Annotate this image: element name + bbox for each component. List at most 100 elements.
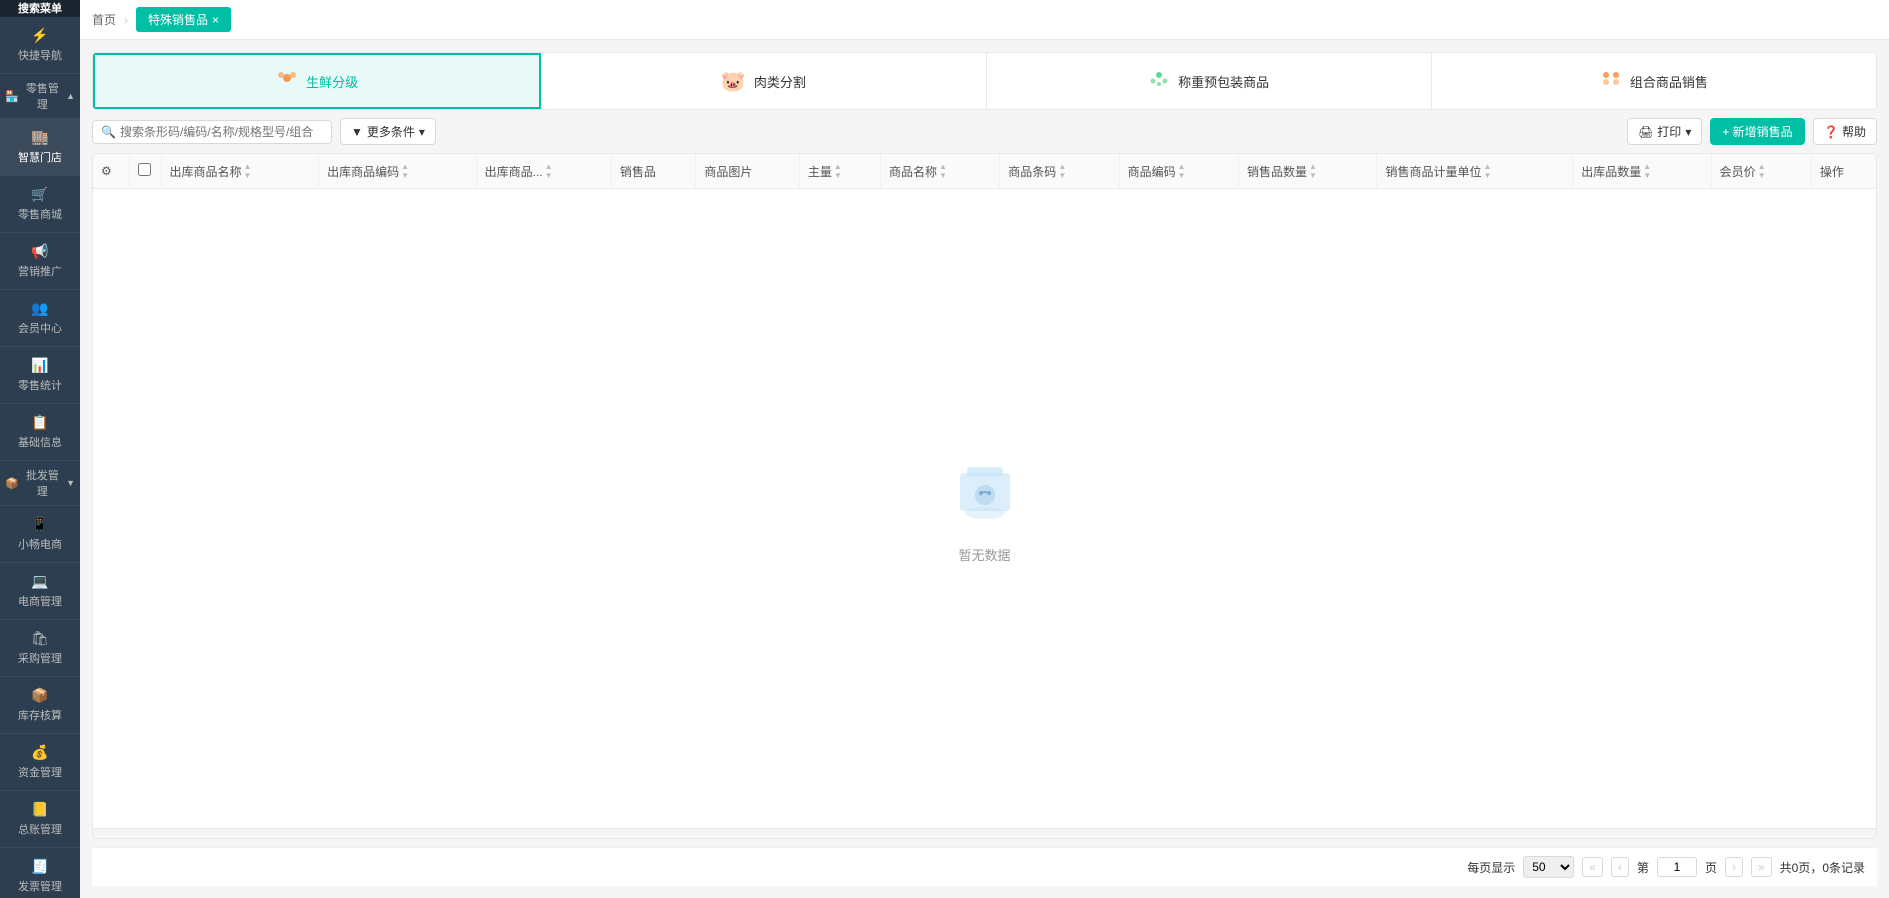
search-icon: 🔍 [101,125,116,139]
th-checkbox[interactable] [129,154,161,189]
sidebar-item-label: 采购管理 [18,650,62,666]
sidebar-item-retail-mall[interactable]: 🛒 零售商城 [0,176,80,233]
sidebar-item-label: 会员中心 [18,320,62,336]
page-unit: 页 [1705,859,1717,876]
sidebar-item-label: 快捷导航 [18,47,62,63]
sidebar: 搜索菜单 ⚡ 快捷导航 🏪 零售管理 ▲ 🏬 智慧门店 🛒 零售商城 📢 营销推… [0,0,80,898]
first-page-button[interactable]: « [1582,857,1603,877]
page-size-select[interactable]: 50 10 20 100 [1523,856,1574,878]
tab-fresh-grade[interactable]: 生鲜分级 [93,53,541,109]
sidebar-item-label: 零售统计 [18,377,62,393]
horizontal-scrollbar[interactable] [93,828,1876,838]
sales-promo-icon: 📢 [31,243,48,260]
topbar: 首页 › 特殊销售品 × [80,0,1889,40]
smart-store-icon: 🏬 [31,129,48,146]
sidebar-item-members[interactable]: 👥 会员中心 [0,290,80,347]
next-page-button[interactable]: › [1725,857,1743,877]
th-settings[interactable]: ⚙ [93,154,129,189]
members-icon: 👥 [31,300,48,317]
select-all-checkbox[interactable] [138,163,151,176]
th-operation: 操作 [1811,154,1876,189]
data-table: ⚙ 出库商品名称 ▲▼ 出库 [93,154,1876,189]
wholesale-mgmt-icon: 📦 [5,477,19,490]
sidebar-item-purchase-mgmt[interactable]: 🛍 采购管理 [0,620,80,677]
search-box[interactable]: 🔍 [92,120,332,144]
sidebar-item-retail-stats[interactable]: 📊 零售统计 [0,347,80,404]
prev-page-button[interactable]: ‹ [1611,857,1629,877]
sidebar-item-capital-mgmt[interactable]: 💰 资金管理 [0,734,80,791]
last-page-button[interactable]: » [1751,857,1772,877]
page-content: 生鲜分级 🐷 肉类分割 称重预包装商品 [80,40,1889,898]
filter-button[interactable]: ▼ 更多条件 ▾ [340,118,436,145]
page-size-label: 每页显示 [1467,859,1515,876]
weigh-prepack-icon [1148,67,1170,95]
sort-arrows7: ▲▼ [1178,162,1186,180]
help-icon: ❓ [1824,125,1839,139]
sidebar-item-label: 智慧门店 [18,149,62,165]
sort-arrows11: ▲▼ [1758,162,1766,180]
sidebar-logo[interactable]: 搜索菜单 [0,0,80,17]
main-content: 首页 › 特殊销售品 × 生鲜分级 🐷 肉类分割 [80,0,1889,898]
general-ledger-icon: 📒 [31,801,48,818]
tab-fresh-grade-label: 生鲜分级 [306,72,358,91]
toolbar-left: 🔍 ▼ 更多条件 ▾ [92,118,436,145]
page-number-input[interactable] [1657,857,1697,877]
th-product-code[interactable]: 商品编码 ▲▼ [1119,154,1238,189]
th-out-product-more[interactable]: 出库商品... ▲▼ [476,154,611,189]
sort-arrows6: ▲▼ [1058,162,1066,180]
close-icon[interactable]: × [212,13,219,27]
sidebar-item-mini-ecom[interactable]: 📱 小畅电商 [0,506,80,563]
th-sales-product: 销售品 [611,154,695,189]
combo-sales-icon [1600,67,1622,95]
sidebar-item-label: 发票管理 [18,878,62,894]
th-out-product-code[interactable]: 出库商品编码 ▲▼ [319,154,477,189]
th-member-price[interactable]: 会员价 ▲▼ [1711,154,1811,189]
basic-info-icon: 📋 [31,414,48,431]
th-main-weight[interactable]: 主量 ▲▼ [799,154,880,189]
sidebar-item-quick-nav[interactable]: ⚡ 快捷导航 [0,17,80,74]
th-product-name[interactable]: 商品名称 ▲▼ [880,154,999,189]
sidebar-item-wholesale-mgmt[interactable]: 📦 批发管理 ▼ [0,461,80,506]
search-input[interactable] [120,125,323,139]
toolbar: 🔍 ▼ 更多条件 ▾ 🖨 打印 ▾ + 新增销售品 [92,118,1877,145]
table-header-row: ⚙ 出库商品名称 ▲▼ 出库 [93,154,1876,189]
sidebar-item-label: 小畅电商 [18,536,62,552]
category-tabs: 生鲜分级 🐷 肉类分割 称重预包装商品 [92,52,1877,110]
toolbar-right: 🖨 打印 ▾ + 新增销售品 ❓ 帮助 [1627,118,1877,145]
help-button[interactable]: ❓ 帮助 [1813,118,1877,145]
th-out-product-name[interactable]: 出库商品名称 ▲▼ [161,154,319,189]
sidebar-item-label: 营销推广 [18,263,62,279]
table-container: ⚙ 出库商品名称 ▲▼ 出库 [92,153,1877,839]
th-product-barcode[interactable]: 商品条码 ▲▼ [1000,154,1119,189]
filter-label: 更多条件 [367,123,415,140]
sidebar-item-invoice-mgmt[interactable]: 🧾 发票管理 [0,848,80,898]
sidebar-item-label: 库存核算 [18,707,62,723]
home-breadcrumb[interactable]: 首页 [92,11,116,28]
sort-arrows: ▲▼ [244,162,252,180]
tab-meat-cut[interactable]: 🐷 肉类分割 [541,53,986,109]
active-tab[interactable]: 特殊销售品 × [136,7,231,32]
sidebar-item-retail-mgmt[interactable]: 🏪 零售管理 ▲ [0,74,80,119]
sort-arrows9: ▲▼ [1483,162,1491,180]
filter-arrow: ▾ [419,125,425,139]
th-sales-unit[interactable]: 销售商品计量单位 ▲▼ [1377,154,1573,189]
add-button[interactable]: + 新增销售品 [1710,118,1804,145]
sidebar-item-basic-info[interactable]: 📋 基础信息 [0,404,80,461]
sidebar-item-label: 零售管理 [22,80,63,112]
empty-text: 暂无数据 [958,545,1010,564]
tab-combo-sales[interactable]: 组合商品销售 [1432,53,1876,109]
invoice-mgmt-icon: 🧾 [31,858,48,875]
chevron-down-icon2: ▼ [66,478,75,488]
sidebar-item-label: 零售商城 [18,206,62,222]
th-sales-qty[interactable]: 销售品数量 ▲▼ [1238,154,1376,189]
first-page-icon: « [1589,860,1596,874]
sidebar-item-ecom-mgmt[interactable]: 💻 电商管理 [0,563,80,620]
sidebar-item-inventory[interactable]: 📦 库存核算 [0,677,80,734]
sidebar-item-sales-promo[interactable]: 📢 营销推广 [0,233,80,290]
tab-weigh-prepack[interactable]: 称重预包装商品 [987,53,1432,109]
sidebar-item-smart-store[interactable]: 🏬 智慧门店 [0,119,80,176]
sidebar-item-general-ledger[interactable]: 📒 总账管理 [0,791,80,848]
print-button[interactable]: 🖨 打印 ▾ [1627,118,1702,145]
th-out-qty[interactable]: 出库品数量 ▲▼ [1573,154,1711,189]
empty-state-icon [945,453,1025,533]
